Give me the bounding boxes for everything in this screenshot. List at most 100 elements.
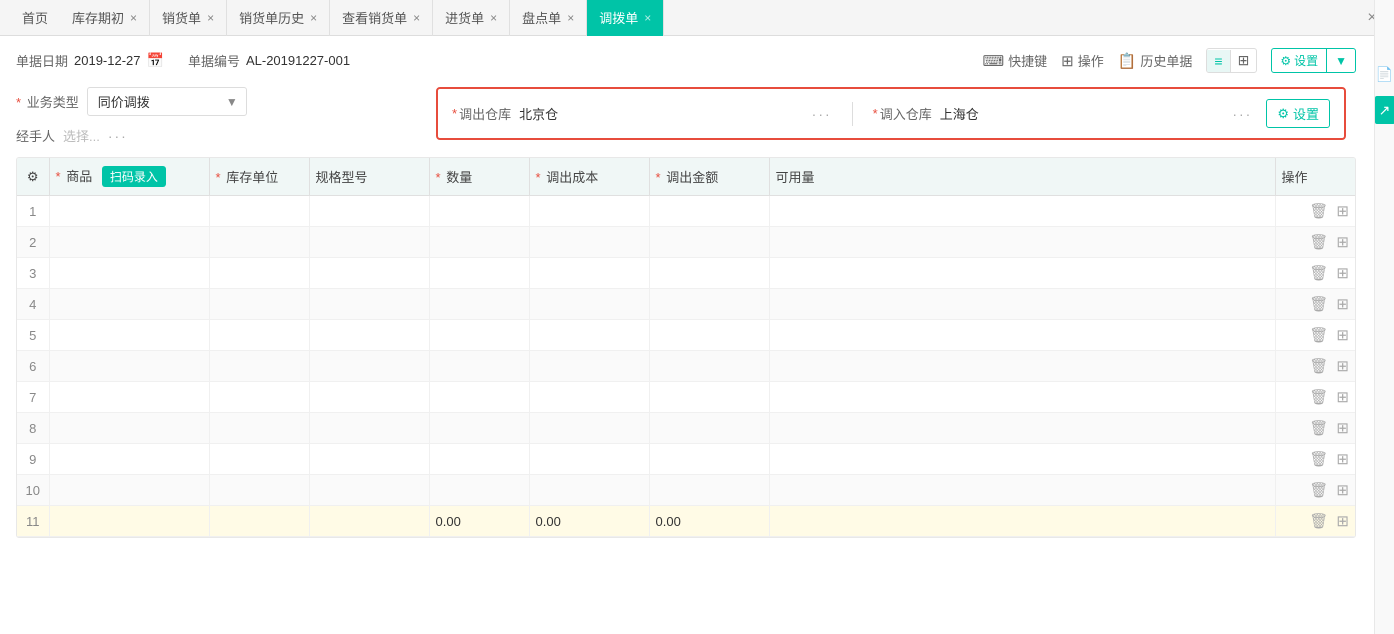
history-action[interactable]: 📋 历史单据: [1118, 51, 1193, 70]
unit-cell[interactable]: [209, 506, 309, 537]
qty-cell[interactable]: [429, 320, 529, 351]
unit-cell[interactable]: [209, 227, 309, 258]
product-cell[interactable]: [49, 413, 209, 444]
amount-cell[interactable]: [649, 196, 769, 227]
copy-icon[interactable]: ⊞: [1336, 450, 1349, 468]
unit-cell[interactable]: [209, 475, 309, 506]
qty-cell[interactable]: [429, 258, 529, 289]
tab-inventory-init[interactable]: 库存期初 ×: [60, 0, 150, 36]
close-inventory-init-icon[interactable]: ×: [130, 11, 137, 25]
warehouse-settings-button[interactable]: ⚙ 设置: [1266, 99, 1330, 128]
spec-cell[interactable]: [309, 475, 429, 506]
product-cell[interactable]: [49, 351, 209, 382]
qty-cell[interactable]: [429, 289, 529, 320]
unit-cell[interactable]: [209, 196, 309, 227]
tab-purchase-order[interactable]: 进货单 ×: [433, 0, 510, 36]
delete-icon[interactable]: 🗑: [1309, 357, 1328, 375]
delete-icon[interactable]: 🗑: [1309, 264, 1328, 282]
unit-cell[interactable]: [209, 351, 309, 382]
spec-cell[interactable]: [309, 227, 429, 258]
cost-cell[interactable]: [529, 227, 649, 258]
settings-expand-button[interactable]: ▼: [1327, 51, 1355, 71]
sidebar-doc-icon[interactable]: 📄: [1375, 60, 1394, 88]
close-sales-order-icon[interactable]: ×: [207, 11, 214, 25]
qty-cell[interactable]: [429, 351, 529, 382]
tab-inventory-check[interactable]: 盘点单 ×: [510, 0, 587, 36]
product-cell[interactable]: [49, 475, 209, 506]
amount-cell[interactable]: [649, 320, 769, 351]
business-type-dropdown[interactable]: 同价调拨 ▼: [87, 87, 247, 116]
cost-cell[interactable]: [529, 196, 649, 227]
qty-cell[interactable]: [429, 196, 529, 227]
cost-cell[interactable]: [529, 351, 649, 382]
qty-cell[interactable]: [429, 413, 529, 444]
unit-cell[interactable]: [209, 382, 309, 413]
tab-view-sales[interactable]: 查看销货单 ×: [330, 0, 433, 36]
qty-cell[interactable]: [429, 227, 529, 258]
close-view-sales-icon[interactable]: ×: [413, 11, 420, 25]
close-purchase-order-icon[interactable]: ×: [490, 11, 497, 25]
amount-cell[interactable]: [649, 227, 769, 258]
copy-icon[interactable]: ⊞: [1336, 357, 1349, 375]
copy-icon[interactable]: ⊞: [1336, 388, 1349, 406]
amount-cell[interactable]: [649, 444, 769, 475]
cost-cell[interactable]: [529, 382, 649, 413]
person-more-button[interactable]: ···: [108, 128, 128, 144]
layout-grid-button[interactable]: ⊞: [1231, 49, 1257, 72]
tab-sales-order[interactable]: 销货单 ×: [150, 0, 227, 36]
scan-button[interactable]: 扫码录入: [102, 166, 166, 187]
unit-cell[interactable]: [209, 413, 309, 444]
amount-cell[interactable]: [649, 413, 769, 444]
copy-icon[interactable]: ⊞: [1336, 264, 1349, 282]
product-cell[interactable]: [49, 289, 209, 320]
delete-icon[interactable]: 🗑: [1309, 202, 1328, 220]
delete-icon[interactable]: 🗑: [1309, 326, 1328, 344]
spec-cell[interactable]: [309, 382, 429, 413]
copy-icon[interactable]: ⊞: [1336, 512, 1349, 530]
spec-cell[interactable]: [309, 320, 429, 351]
tab-home[interactable]: 首页: [8, 0, 60, 36]
amount-cell[interactable]: [649, 382, 769, 413]
cost-cell[interactable]: 0.00: [529, 506, 649, 537]
operation-action[interactable]: ⊞ 操作: [1061, 51, 1104, 70]
delete-icon[interactable]: 🗑: [1309, 419, 1328, 437]
close-transfer-order-icon[interactable]: ×: [644, 11, 651, 25]
spec-cell[interactable]: [309, 444, 429, 475]
product-cell[interactable]: [49, 196, 209, 227]
amount-cell[interactable]: 0.00: [649, 506, 769, 537]
product-cell[interactable]: [49, 444, 209, 475]
out-warehouse-more-button[interactable]: ···: [812, 106, 832, 122]
amount-cell[interactable]: [649, 289, 769, 320]
settings-gear-button[interactable]: ⚙ 设置: [1272, 49, 1327, 72]
cost-cell[interactable]: [529, 413, 649, 444]
person-select[interactable]: 选择...: [63, 126, 100, 145]
cost-cell[interactable]: [529, 289, 649, 320]
unit-cell[interactable]: [209, 320, 309, 351]
col-settings-icon[interactable]: ⚙: [27, 169, 39, 185]
unit-cell[interactable]: [209, 289, 309, 320]
delete-icon[interactable]: 🗑: [1309, 388, 1328, 406]
copy-icon[interactable]: ⊞: [1336, 202, 1349, 220]
tab-sales-history[interactable]: 销货单历史 ×: [227, 0, 330, 36]
calendar-icon[interactable]: 📅: [147, 52, 164, 69]
spec-cell[interactable]: [309, 413, 429, 444]
product-cell[interactable]: [49, 258, 209, 289]
sidebar-expand-icon[interactable]: ↗: [1375, 96, 1394, 124]
qty-cell[interactable]: [429, 475, 529, 506]
cost-cell[interactable]: [529, 258, 649, 289]
qty-cell[interactable]: 0.00: [429, 506, 529, 537]
qty-cell[interactable]: [429, 444, 529, 475]
delete-icon[interactable]: 🗑: [1309, 512, 1328, 530]
spec-cell[interactable]: [309, 258, 429, 289]
shortcut-action[interactable]: ⌨ 快捷键: [982, 51, 1047, 70]
cost-cell[interactable]: [529, 444, 649, 475]
copy-icon[interactable]: ⊞: [1336, 326, 1349, 344]
delete-icon[interactable]: 🗑: [1309, 481, 1328, 499]
in-warehouse-more-button[interactable]: ···: [1232, 106, 1252, 122]
spec-cell[interactable]: [309, 196, 429, 227]
amount-cell[interactable]: [649, 258, 769, 289]
product-cell[interactable]: [49, 382, 209, 413]
delete-icon[interactable]: 🗑: [1309, 450, 1328, 468]
delete-icon[interactable]: 🗑: [1309, 295, 1328, 313]
copy-icon[interactable]: ⊞: [1336, 419, 1349, 437]
